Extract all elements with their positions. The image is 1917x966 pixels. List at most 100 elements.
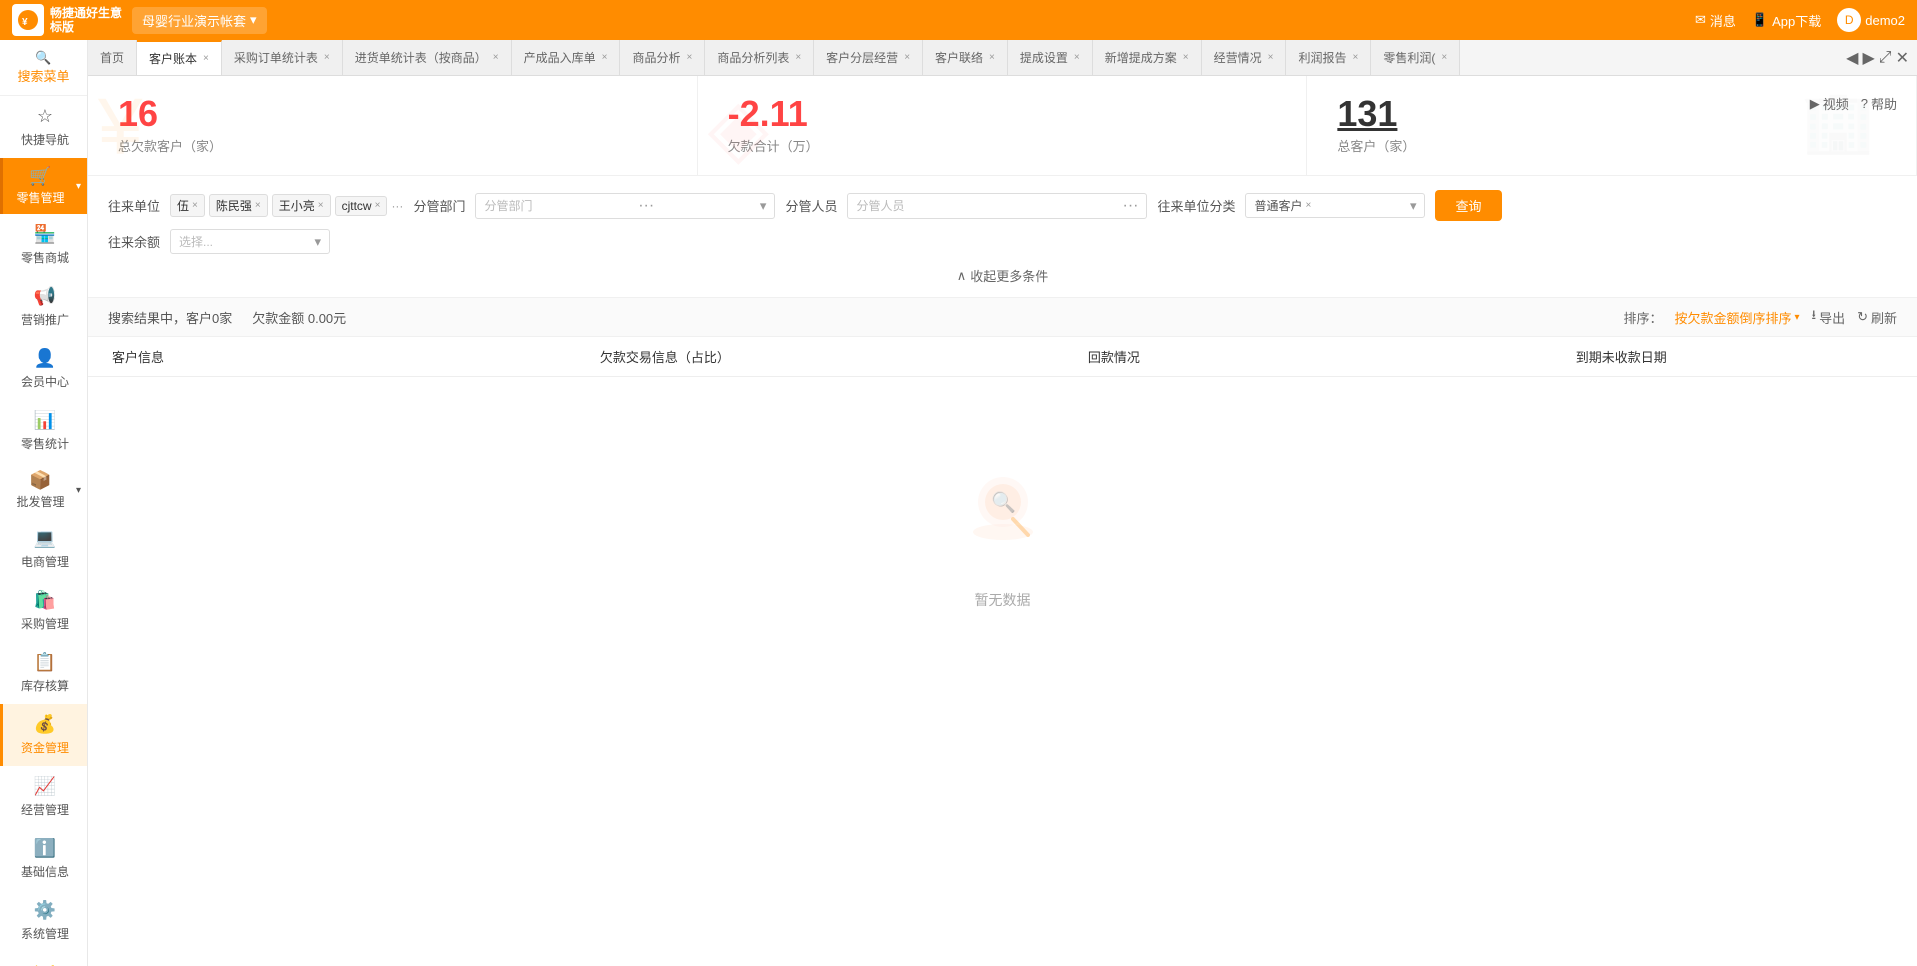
sidebar-item-enterprise-collab[interactable]: 🤝 企业协同 [0, 952, 87, 966]
tab-close-purchase-order[interactable]: × [324, 52, 330, 63]
sidebar-item-member-center[interactable]: 👤 会员中心 [0, 338, 87, 400]
app-download-button[interactable]: 📱 App下载 [1752, 11, 1821, 30]
tab-maximize-button[interactable]: ⤢ [1879, 49, 1892, 67]
sidebar-item-retail-mgmt[interactable]: 🛒 零售管理 ▾ [0, 158, 87, 214]
sidebar-item-system[interactable]: ⚙️ 系统管理 [0, 890, 87, 952]
tab-retail-profit[interactable]: 零售利润( × [1371, 40, 1460, 76]
debt-bg-icon: ◈ [708, 81, 770, 174]
tab-stock-in-stats[interactable]: 进货单统计表（按商品） × [343, 40, 512, 76]
total-all-customers-value: 131 [1337, 96, 1415, 132]
tab-close-customer-contact[interactable]: × [989, 52, 995, 63]
tab-close-operations[interactable]: × [1268, 52, 1274, 63]
export-button[interactable]: ⭳ 导出 [1812, 306, 1846, 328]
tab-close-retail-profit[interactable]: × [1441, 52, 1447, 63]
sidebar-search[interactable]: 🔍 搜索菜单 [0, 40, 87, 96]
sidebar-item-capital[interactable]: 💰 资金管理 [0, 704, 87, 766]
company-tag-cjttcw: cjttcw × [335, 196, 388, 216]
tab-close-product-analysis[interactable]: × [686, 52, 692, 63]
company-tag-chen-close[interactable]: × [255, 200, 261, 211]
results-customer-count: 搜索结果中，客户0家 [108, 308, 232, 327]
stats-row: ¥ 16 总欠款客户（家） ◈ -2.11 欠款合计（万） 🏢 [88, 76, 1917, 176]
sidebar-item-operations[interactable]: 📈 经营管理 [0, 766, 87, 828]
empty-text: 暂无数据 [975, 590, 1031, 610]
empty-illustration: 🔍 [953, 457, 1053, 576]
chevron-right-icon2: ▾ [76, 485, 81, 496]
tab-close-profit-report[interactable]: × [1352, 52, 1358, 63]
sidebar-item-wholesale-mgmt[interactable]: 📦 批发管理 ▾ [0, 462, 87, 518]
tab-product-analysis[interactable]: 商品分析 × [620, 40, 705, 76]
sidebar-item-quick-nav[interactable]: ☆ 快捷导航 [0, 96, 87, 158]
sidebar: 🔍 搜索菜单 ☆ 快捷导航 🛒 零售管理 ▾ 🏪 零售商城 📢 营销推广 👤 会… [0, 40, 88, 966]
company-tag-cjttcw-close[interactable]: × [375, 200, 381, 211]
dept-filter-select[interactable]: 分管部门 ··· ▾ [475, 193, 775, 219]
collab-icon: 🤝 [34, 962, 56, 966]
category-tag-normal: 普通客户 × [1254, 197, 1311, 214]
sort-by-button[interactable]: 按欠款金额倒序排序 ▾ [1674, 308, 1799, 327]
svg-text:🔍: 🔍 [991, 489, 1016, 514]
tab-bar-actions: ◀ ▶ ⤢ ✕ [1838, 48, 1917, 68]
tab-close-product-analysis-list[interactable]: × [795, 52, 801, 63]
table-header-customer: 客户信息 [108, 347, 596, 366]
message-button[interactable]: ✉ 消息 [1695, 11, 1736, 30]
category-filter-select[interactable]: 普通客户 × ▾ [1245, 193, 1425, 218]
sidebar-item-retail-mall[interactable]: 🏪 零售商城 [0, 214, 87, 276]
tab-customer-account[interactable]: 客户账本 × [137, 40, 222, 76]
customer-bg-icon: ¥ [98, 81, 143, 173]
dept-arrow-icon: ▾ [760, 198, 767, 214]
tab-prev-button[interactable]: ◀ [1846, 48, 1858, 68]
tab-product-analysis-list[interactable]: 商品分析列表 × [705, 40, 814, 76]
tab-close-customer-account[interactable]: × [203, 53, 209, 64]
tab-customer-contact[interactable]: 客户联络 × [923, 40, 1008, 76]
tab-next-button[interactable]: ▶ [1862, 48, 1874, 68]
tab-close-stock-in[interactable]: × [493, 52, 499, 63]
results-debt-amount: 欠款金额 0.00元 [252, 308, 346, 327]
tab-promote-settings[interactable]: 提成设置 × [1008, 40, 1093, 76]
tab-purchase-order-stats[interactable]: 采购订单统计表 × [222, 40, 343, 76]
sort-arrow-icon: ▾ [1794, 312, 1799, 323]
tab-profit-report[interactable]: 利润报告 × [1286, 40, 1371, 76]
search-icon: 🔍 [35, 50, 51, 65]
company-tag-more[interactable]: ··· [391, 199, 403, 213]
category-tag-close[interactable]: × [1306, 200, 1312, 211]
collapse-button[interactable]: ∧ 收起更多条件 [108, 262, 1897, 289]
tab-new-promote-plan[interactable]: 新增提成方案 × [1093, 40, 1202, 76]
sidebar-item-basic-info[interactable]: ℹ️ 基础信息 [0, 828, 87, 890]
tab-product-stock-in[interactable]: 产成品入库单 × [512, 40, 621, 76]
sidebar-item-inventory[interactable]: 📋 库存核算 [0, 642, 87, 704]
marketing-icon: 📢 [34, 286, 56, 307]
stat-card-debt: ◈ -2.11 欠款合计（万） [698, 76, 1308, 175]
stat-card-total: 🏢 131 总客户（家） [1307, 76, 1917, 175]
balance-filter-select[interactable]: 选择... ▾ [170, 229, 330, 254]
video-button[interactable]: ▶ 视频 [1810, 94, 1849, 113]
star-icon: ☆ [37, 106, 53, 127]
page-top-actions: ▶ 视频 ? 帮助 [1810, 94, 1897, 113]
tab-close-new-promote-plan[interactable]: × [1183, 52, 1189, 63]
sidebar-item-retail-stats[interactable]: 📊 零售统计 [0, 400, 87, 462]
help-button[interactable]: ? 帮助 [1861, 94, 1897, 113]
sidebar-item-ecommerce[interactable]: 💻 电商管理 [0, 518, 87, 580]
sidebar-item-marketing[interactable]: 📢 营销推广 [0, 276, 87, 338]
tab-customer-segment[interactable]: 客户分层经营 × [814, 40, 923, 76]
tab-operations[interactable]: 经营情况 × [1202, 40, 1287, 76]
tab-close-customer-segment[interactable]: × [904, 52, 910, 63]
person-filter-select[interactable]: 分管人员 ··· [847, 193, 1147, 219]
avatar: D [1837, 8, 1861, 32]
org-selector[interactable]: 母婴行业演示帐套 ▾ [132, 7, 267, 34]
chevron-down-icon: ▾ [250, 12, 257, 28]
ecommerce-icon: 💻 [34, 528, 56, 549]
sidebar-item-purchase[interactable]: 🛍️ 采购管理 [0, 580, 87, 642]
svg-text:¥: ¥ [22, 17, 28, 28]
tab-close-all-button[interactable]: ✕ [1896, 48, 1909, 68]
company-tag-wang: 王小亮 × [272, 194, 331, 217]
tab-close-promote-settings[interactable]: × [1074, 52, 1080, 63]
table-header: 客户信息 欠款交易信息（占比） 回款情况 到期未收款日期 [88, 337, 1917, 377]
tab-close-product-stock-in[interactable]: × [602, 52, 608, 63]
balance-arrow-icon: ▾ [314, 234, 321, 250]
query-button[interactable]: 查询 [1435, 190, 1501, 221]
company-tag-wu-close[interactable]: × [192, 200, 198, 211]
logo-icon: ¥ [12, 4, 44, 36]
company-tag-wang-close[interactable]: × [318, 200, 324, 211]
refresh-button[interactable]: ↻ 刷新 [1857, 308, 1897, 327]
user-avatar[interactable]: D demo2 [1837, 8, 1905, 32]
tab-home[interactable]: 首页 [88, 40, 137, 76]
